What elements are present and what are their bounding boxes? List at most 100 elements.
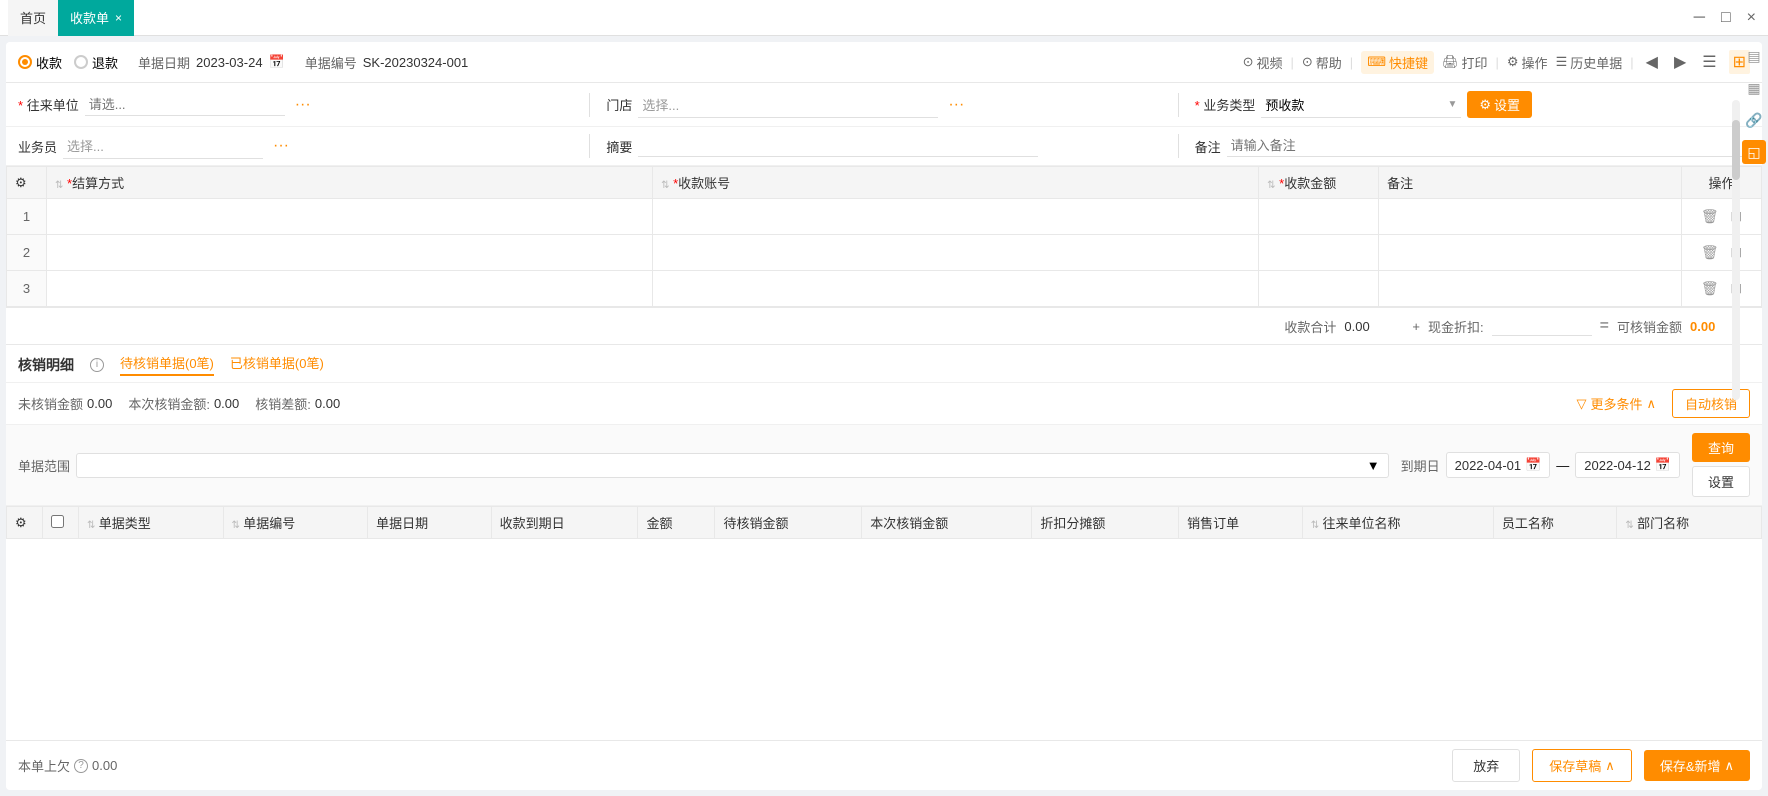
operation-link[interactable]: ⚙ 操作 bbox=[1507, 53, 1548, 72]
date-field: 单据日期 2023-03-24 📅 bbox=[138, 53, 285, 72]
staff-select[interactable]: 选择... bbox=[63, 133, 263, 159]
window-close-btn[interactable]: × bbox=[1743, 7, 1760, 29]
counterpart-input[interactable] bbox=[85, 94, 285, 116]
sidebar-icon-3[interactable]: 🔗 bbox=[1742, 108, 1766, 132]
date-start-value: 2022-04-01 bbox=[1455, 458, 1522, 473]
bsort4: ⇅ bbox=[1625, 520, 1633, 531]
date-end-input[interactable]: 2022-04-12 📅 bbox=[1575, 452, 1680, 478]
save-draft-button[interactable]: 保存草稿 ∧ bbox=[1532, 749, 1632, 782]
reconcile-info-icon[interactable]: i bbox=[90, 358, 104, 372]
row2-remark[interactable] bbox=[1379, 235, 1682, 271]
row2-settlement[interactable] bbox=[47, 235, 653, 271]
main-table-container: ⚙ ⇅ *结算方式 ⇅ *收款账号 ⇅ *收款金额 备注 bbox=[6, 166, 1762, 308]
bth-settings[interactable]: ⚙ bbox=[7, 507, 43, 539]
reconcile-header: 核销明细 i 待核销单据(0笔) 已核销单据(0笔) bbox=[6, 345, 1762, 383]
row3-delete-btn[interactable]: 🗑 bbox=[1697, 278, 1723, 299]
equals-sign: = bbox=[1600, 317, 1609, 335]
sep1: | bbox=[1290, 55, 1293, 70]
sidebar-icon-4[interactable]: ◱ bbox=[1742, 140, 1766, 164]
bth-date: 单据日期 bbox=[368, 507, 492, 539]
video-icon: ⊙ bbox=[1243, 54, 1254, 70]
bsort2: ⇅ bbox=[232, 520, 240, 531]
date-value: 2023-03-24 bbox=[196, 55, 263, 70]
right-sidebar: ▤ ▦ 🔗 ◱ bbox=[1740, 36, 1768, 796]
sort-icon: ⇅ bbox=[55, 180, 63, 191]
radio-receive[interactable]: 收款 bbox=[18, 53, 62, 72]
list-icon[interactable]: ☰ bbox=[1698, 50, 1720, 74]
tab-close-icon[interactable]: × bbox=[115, 11, 122, 25]
next-icon[interactable]: ▶ bbox=[1670, 50, 1690, 74]
row1-settlement[interactable] bbox=[47, 199, 653, 235]
main-content: 收款 退款 单据日期 2023-03-24 📅 单据编号 SK-20230324… bbox=[6, 42, 1762, 790]
staff-placeholder: 选择... bbox=[67, 136, 259, 155]
prev-icon[interactable]: ◀ bbox=[1642, 50, 1662, 74]
select-all-checkbox[interactable] bbox=[51, 515, 64, 528]
store-more-btn[interactable]: ··· bbox=[944, 96, 968, 114]
biztype-group: * 业务类型 预收款 ▼ ⚙ 设置 bbox=[1195, 91, 1750, 118]
table-footer: 收款合计 0.00 + 现金折扣: = 可核销金额 0.00 bbox=[6, 308, 1762, 345]
nav-tab-home[interactable]: 首页 bbox=[8, 0, 58, 36]
biztype-label: * 业务类型 bbox=[1195, 95, 1256, 114]
range-select-arrow: ▼ bbox=[1367, 458, 1380, 473]
th-settings[interactable]: ⚙ bbox=[7, 167, 47, 199]
store-select[interactable]: 选择... bbox=[638, 92, 938, 118]
scrollbar[interactable] bbox=[1732, 100, 1740, 400]
nav-tab-receipt[interactable]: 收款单 × bbox=[58, 0, 134, 36]
row2-delete-btn[interactable]: 🗑 bbox=[1697, 242, 1723, 263]
row3-amount[interactable] bbox=[1259, 271, 1379, 307]
row3-settlement[interactable] bbox=[47, 271, 653, 307]
summary-input[interactable] bbox=[638, 135, 1038, 157]
counterpart-label: * 往来单位 bbox=[18, 95, 79, 114]
biztype-select[interactable]: 预收款 ▼ bbox=[1261, 92, 1461, 118]
remark-input[interactable] bbox=[1227, 135, 1750, 157]
save-new-arrow-icon: ∧ bbox=[1724, 758, 1734, 774]
more-conditions-btn[interactable]: ▽ 更多条件 ∧ bbox=[1576, 394, 1656, 413]
radio-return[interactable]: 退款 bbox=[74, 53, 118, 72]
row2-account[interactable] bbox=[653, 235, 1259, 271]
scroll-thumb[interactable] bbox=[1732, 120, 1740, 180]
staff-label: 业务员 bbox=[18, 137, 57, 156]
bth-counterpart: ⇅ 往来单位名称 bbox=[1302, 507, 1493, 539]
sep3: | bbox=[1496, 55, 1499, 70]
date-calendar-icon[interactable]: 📅 bbox=[269, 54, 285, 70]
help-link[interactable]: ⊙ 帮助 bbox=[1302, 53, 1342, 72]
unverified-value: 0.00 bbox=[87, 396, 112, 411]
window-minimize-btn[interactable]: ─ bbox=[1690, 7, 1709, 29]
window-restore-btn[interactable]: □ bbox=[1717, 7, 1735, 29]
settings-button[interactable]: ⚙ 设置 bbox=[1467, 91, 1532, 118]
range-label: 单据范围 bbox=[18, 456, 70, 475]
bth-due-date: 收款到期日 bbox=[491, 507, 638, 539]
tab-pending[interactable]: 待核销单据(0笔) bbox=[120, 353, 214, 376]
tab-done[interactable]: 已核销单据(0笔) bbox=[230, 353, 324, 376]
row1-delete-btn[interactable]: 🗑 bbox=[1697, 206, 1723, 227]
print-link[interactable]: 🖨 打印 bbox=[1442, 53, 1488, 72]
shortcut-link[interactable]: ⌨ 快捷键 bbox=[1361, 51, 1434, 74]
row3-remark[interactable] bbox=[1379, 271, 1682, 307]
date-start-input[interactable]: 2022-04-01 📅 bbox=[1446, 452, 1551, 478]
table-row: 1 🗑 ⊞ bbox=[7, 199, 1762, 235]
footer-info-icon[interactable]: ? bbox=[74, 759, 88, 773]
divider1 bbox=[589, 93, 590, 117]
counterpart-more-btn[interactable]: ··· bbox=[291, 96, 315, 114]
row2-amount[interactable] bbox=[1259, 235, 1379, 271]
bth-checkbox[interactable] bbox=[43, 507, 79, 539]
tab-label: 收款单 bbox=[70, 8, 109, 27]
btable-settings-icon: ⚙ bbox=[15, 515, 27, 530]
row1-remark[interactable] bbox=[1379, 199, 1682, 235]
range-select[interactable]: ▼ bbox=[76, 453, 1389, 478]
sidebar-icon-2[interactable]: ▦ bbox=[1742, 76, 1766, 100]
row1-account[interactable] bbox=[653, 199, 1259, 235]
video-link[interactable]: ⊙ 视频 bbox=[1243, 53, 1283, 72]
date-range-separator: — bbox=[1556, 458, 1569, 473]
save-new-button[interactable]: 保存&新增 ∧ bbox=[1644, 750, 1750, 781]
counterpart-group: * 往来单位 ··· bbox=[18, 94, 573, 116]
discard-button[interactable]: 放弃 bbox=[1452, 749, 1520, 782]
history-link[interactable]: ☰ 历史单据 bbox=[1556, 53, 1623, 72]
staff-more-btn[interactable]: ··· bbox=[269, 137, 293, 155]
row1-amount[interactable] bbox=[1259, 199, 1379, 235]
th-amount: ⇅ *收款金额 bbox=[1259, 167, 1379, 199]
sidebar-icon-1[interactable]: ▤ bbox=[1742, 44, 1766, 68]
discount-input[interactable] bbox=[1492, 316, 1592, 336]
th-account: ⇅ *收款账号 bbox=[653, 167, 1259, 199]
row3-account[interactable] bbox=[653, 271, 1259, 307]
